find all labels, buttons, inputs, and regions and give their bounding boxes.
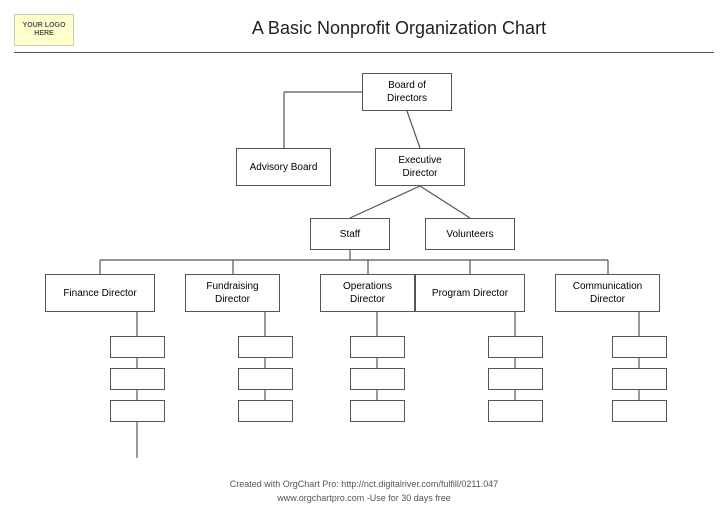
board-of-directors-box: Board of Directors [362, 73, 452, 111]
executive-label: Executive Director [398, 154, 441, 180]
fundraising-director-box: Fundraising Director [185, 274, 280, 312]
board-label: Board of Directors [387, 79, 427, 105]
title-divider [14, 52, 714, 53]
program-sub-2 [488, 368, 543, 390]
communication-director-box: Communication Director [555, 274, 660, 312]
operations-director-box: Operations Director [320, 274, 415, 312]
page-title: A Basic Nonprofit Organization Chart [80, 18, 718, 39]
volunteers-label: Volunteers [446, 228, 493, 241]
footer-line-1: Created with OrgChart Pro: http://nct.di… [0, 478, 728, 492]
program-sub-1 [488, 336, 543, 358]
fundraising-sub-2 [238, 368, 293, 390]
communication-label: Communication Director [573, 280, 642, 306]
operations-label: Operations Director [343, 280, 392, 306]
finance-sub-3 [110, 400, 165, 422]
communication-sub-3 [612, 400, 667, 422]
communication-sub-1 [612, 336, 667, 358]
communication-sub-2 [612, 368, 667, 390]
advisory-label: Advisory Board [250, 161, 318, 174]
advisory-board-box: Advisory Board [236, 148, 331, 186]
staff-box: Staff [310, 218, 390, 250]
org-chart-page: YOUR LOGO HERE A Basic Nonprofit Organiz… [0, 0, 728, 515]
fundraising-sub-1 [238, 336, 293, 358]
volunteers-box: Volunteers [425, 218, 515, 250]
program-sub-3 [488, 400, 543, 422]
program-director-box: Program Director [415, 274, 525, 312]
staff-label: Staff [340, 228, 360, 241]
logo-box: YOUR LOGO HERE [14, 14, 74, 46]
finance-sub-2 [110, 368, 165, 390]
operations-sub-2 [350, 368, 405, 390]
logo-text: YOUR LOGO HERE [23, 22, 66, 39]
finance-director-box: Finance Director [45, 274, 155, 312]
operations-sub-1 [350, 336, 405, 358]
finance-sub-1 [110, 336, 165, 358]
fundraising-label: Fundraising Director [206, 280, 258, 306]
fundraising-sub-3 [238, 400, 293, 422]
operations-sub-3 [350, 400, 405, 422]
program-label: Program Director [432, 287, 508, 300]
executive-director-box: Executive Director [375, 148, 465, 186]
footer: Created with OrgChart Pro: http://nct.di… [0, 478, 728, 505]
footer-line-2: www.orgchartpro.com -Use for 30 days fre… [0, 492, 728, 506]
finance-label: Finance Director [63, 287, 136, 300]
